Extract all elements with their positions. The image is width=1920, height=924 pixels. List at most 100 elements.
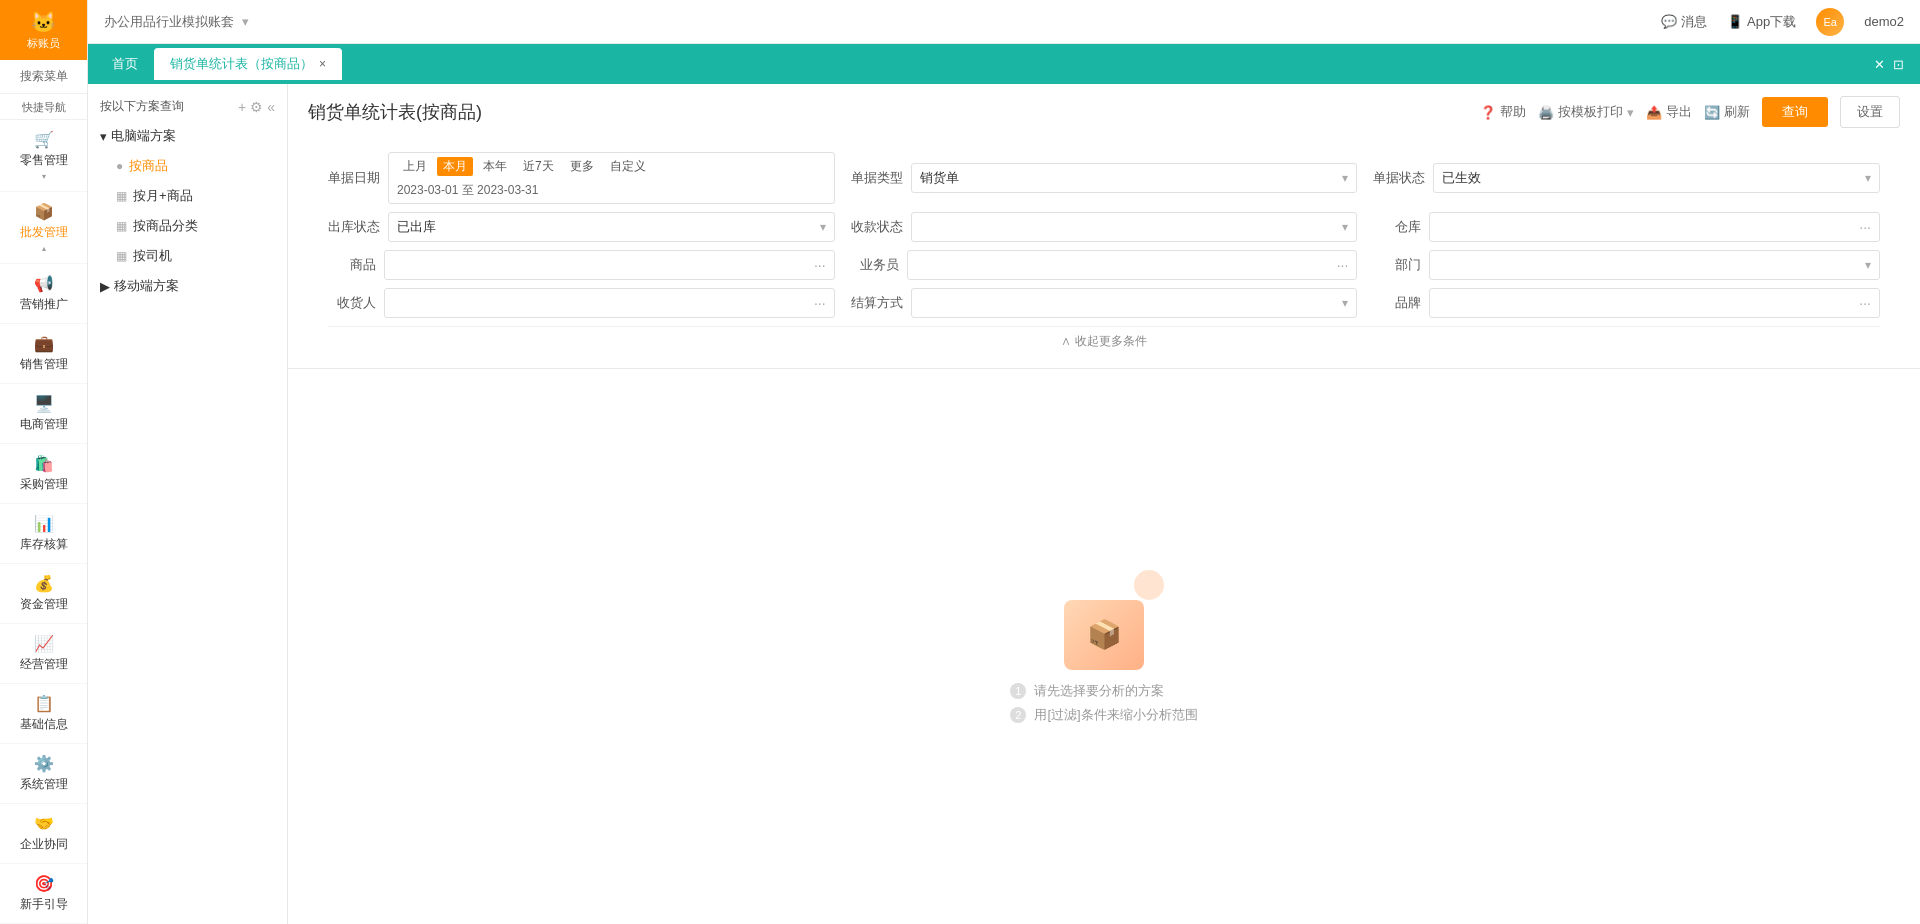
- empty-state: 📦 1 请先选择要分析的方案 2 用[过滤]条件来缩小分析范围: [288, 369, 1920, 924]
- receipt-status-control[interactable]: ▾: [911, 212, 1358, 242]
- tree-child-by-goods[interactable]: ● 按商品: [88, 151, 287, 181]
- logo-label: 标账员: [27, 36, 60, 51]
- user-avatar[interactable]: Ea: [1816, 8, 1844, 36]
- topbar-left: 办公用品行业模拟账套 ▾: [104, 13, 249, 31]
- brand-dots-icon: ···: [1859, 295, 1871, 311]
- sidebar-item-operation[interactable]: 📈 经营管理: [0, 624, 87, 684]
- sidebar-item-ecom[interactable]: 🖥️ 电商管理: [0, 384, 87, 444]
- inventory-icon: 📊: [34, 514, 54, 533]
- sidebar-item-inventory[interactable]: 📊 库存核算: [0, 504, 87, 564]
- filter-receiver-item: 收货人 ···: [328, 288, 835, 318]
- wholesale-arrow-icon: ▴: [42, 244, 46, 253]
- tree-group-desktop-header[interactable]: ▾ 电脑端方案: [88, 121, 287, 151]
- empty-text: 1 请先选择要分析的方案 2 用[过滤]条件来缩小分析范围: [1010, 682, 1197, 724]
- sidebar-item-newbie[interactable]: 🎯 新手引导: [0, 864, 87, 924]
- sidebar-logo: 🐱 标账员: [0, 0, 88, 60]
- empty-hint-2: 2 用[过滤]条件来缩小分析范围: [1010, 706, 1197, 724]
- date-tab-current-year[interactable]: 本年: [477, 157, 513, 176]
- sidebar-item-purchase[interactable]: 🛍️ 采购管理: [0, 444, 87, 504]
- refresh-label: 刷新: [1724, 103, 1750, 121]
- hint1-number: 1: [1010, 683, 1026, 699]
- print-arrow-icon: ▾: [1627, 105, 1634, 120]
- message-button[interactable]: 💬 消息: [1661, 13, 1707, 31]
- hint2-number: 2: [1010, 707, 1026, 723]
- tree-child-by-cashier[interactable]: ▦ 按司机: [88, 241, 287, 271]
- tab-home[interactable]: 首页: [96, 48, 154, 80]
- tree-child-by-goods-cat[interactable]: ▦ 按商品分类: [88, 211, 287, 241]
- collapse-bar[interactable]: ∧ 收起更多条件: [328, 326, 1880, 356]
- add-scheme-icon[interactable]: +: [238, 99, 246, 115]
- sidebar-item-sales[interactable]: 💼 销售管理: [0, 324, 87, 384]
- tree-child-by-goods-label: 按商品: [129, 157, 168, 175]
- sidebar-search-link[interactable]: 搜索菜单: [0, 60, 87, 94]
- out-status-control[interactable]: 已出库 ▾: [388, 212, 835, 242]
- sidebar-item-basic-label: 基础信息: [20, 716, 68, 733]
- window-close-icon[interactable]: ✕: [1874, 57, 1885, 72]
- date-tab-more[interactable]: 更多: [564, 157, 600, 176]
- filter-row-3: 商品 ··· 业务员 ···: [328, 250, 1880, 280]
- sidebar-item-finance[interactable]: 💰 资金管理: [0, 564, 87, 624]
- tab-active[interactable]: 销货单统计表（按商品） ×: [154, 48, 342, 80]
- retail-arrow-icon: ▾: [42, 172, 46, 181]
- print-label: 按模板打印: [1558, 103, 1623, 121]
- page-header: 销货单统计表(按商品) ❓ 帮助 🖨️ 按模板打印 ▾ 📤: [288, 84, 1920, 369]
- tab-close-icon[interactable]: ×: [319, 57, 326, 71]
- settlement-control[interactable]: ▾: [911, 288, 1358, 318]
- brand-control[interactable]: ···: [1429, 288, 1880, 318]
- left-panel-icons: + ⚙ «: [238, 99, 275, 115]
- refresh-button[interactable]: 🔄 刷新: [1704, 103, 1750, 121]
- filter-row-2: 出库状态 已出库 ▾ 收款状态 ▾: [328, 212, 1880, 242]
- hint1-text: 请先选择要分析的方案: [1034, 682, 1164, 700]
- tree-mobile-expand-icon: ▶: [100, 279, 110, 294]
- sidebar-item-wholesale[interactable]: 📦 批发管理 ▴: [0, 192, 87, 264]
- left-panel: 按以下方案查询 + ⚙ « ▾ 电脑端方案 ● 按商品 ▦ 按月+: [88, 84, 288, 924]
- filter-row-4: 收货人 ··· 结算方式 ▾: [328, 288, 1880, 318]
- export-icon: 📤: [1646, 105, 1662, 120]
- refresh-icon: 🔄: [1704, 105, 1720, 120]
- sidebar-item-retail[interactable]: 🛒 零售管理 ▾: [0, 120, 87, 192]
- goods-control[interactable]: ···: [384, 250, 835, 280]
- date-tab-prev-month[interactable]: 上月: [397, 157, 433, 176]
- help-button[interactable]: ❓ 帮助: [1480, 103, 1526, 121]
- tree-child-by-month-goods[interactable]: ▦ 按月+商品: [88, 181, 287, 211]
- doc-status-control[interactable]: 已生效 ▾: [1433, 163, 1880, 193]
- sidebar-item-enterprise[interactable]: 🤝 企业协同: [0, 804, 87, 864]
- sidebar-nav-label: 快捷导航: [0, 94, 87, 120]
- print-icon: 🖨️: [1538, 105, 1554, 120]
- filter-date-item: 单据日期 上月 本月 本年 近7天 更多 自定义 2023-03-01 至 20…: [328, 152, 835, 204]
- sidebar-item-operation-label: 经营管理: [20, 656, 68, 673]
- dept-control[interactable]: ▾: [1429, 250, 1880, 280]
- receiver-dots-icon: ···: [814, 295, 826, 311]
- sidebar-item-sales-label: 销售管理: [20, 356, 68, 373]
- tab-expand-buttons: ✕ ⊡: [1874, 57, 1912, 72]
- warehouse-control[interactable]: ···: [1429, 212, 1880, 242]
- settings-scheme-icon[interactable]: ⚙: [250, 99, 263, 115]
- date-tab-custom[interactable]: 自定义: [604, 157, 652, 176]
- message-icon: 💬: [1661, 14, 1677, 29]
- goods-label: 商品: [328, 256, 384, 274]
- sidebar-item-ecom-label: 电商管理: [20, 416, 68, 433]
- filter-goods-item: 商品 ···: [328, 250, 835, 280]
- receiver-control[interactable]: ···: [384, 288, 835, 318]
- export-button[interactable]: 📤 导出: [1646, 103, 1692, 121]
- doc-type-control[interactable]: 销货单 ▾: [911, 163, 1358, 193]
- username-label: demo2: [1864, 14, 1904, 29]
- collapse-panel-icon[interactable]: «: [267, 99, 275, 115]
- enterprise-icon: 🤝: [34, 814, 54, 833]
- sidebar-item-marketing[interactable]: 📢 营销推广: [0, 264, 87, 324]
- date-control[interactable]: 上月 本月 本年 近7天 更多 自定义 2023-03-01 至 2023-03…: [388, 152, 835, 204]
- sidebar-item-newbie-label: 新手引导: [20, 896, 68, 913]
- date-tab-current-month[interactable]: 本月: [437, 157, 473, 176]
- filter-row-1: 单据日期 上月 本月 本年 近7天 更多 自定义 2023-03-01 至 20…: [328, 152, 1880, 204]
- settings-button[interactable]: 设置: [1840, 96, 1900, 128]
- app-download-button[interactable]: 📱 App下载: [1727, 13, 1796, 31]
- query-button[interactable]: 查询: [1762, 97, 1828, 127]
- warehouse-label: 仓库: [1373, 218, 1429, 236]
- date-tab-7days[interactable]: 近7天: [517, 157, 560, 176]
- tree-group-mobile-header[interactable]: ▶ 移动端方案: [88, 271, 287, 301]
- print-button[interactable]: 🖨️ 按模板打印 ▾: [1538, 103, 1634, 121]
- sidebar-item-system[interactable]: ⚙️ 系统管理: [0, 744, 87, 804]
- salesman-control[interactable]: ···: [907, 250, 1358, 280]
- window-expand-icon[interactable]: ⊡: [1893, 57, 1904, 72]
- sidebar-item-basic[interactable]: 📋 基础信息: [0, 684, 87, 744]
